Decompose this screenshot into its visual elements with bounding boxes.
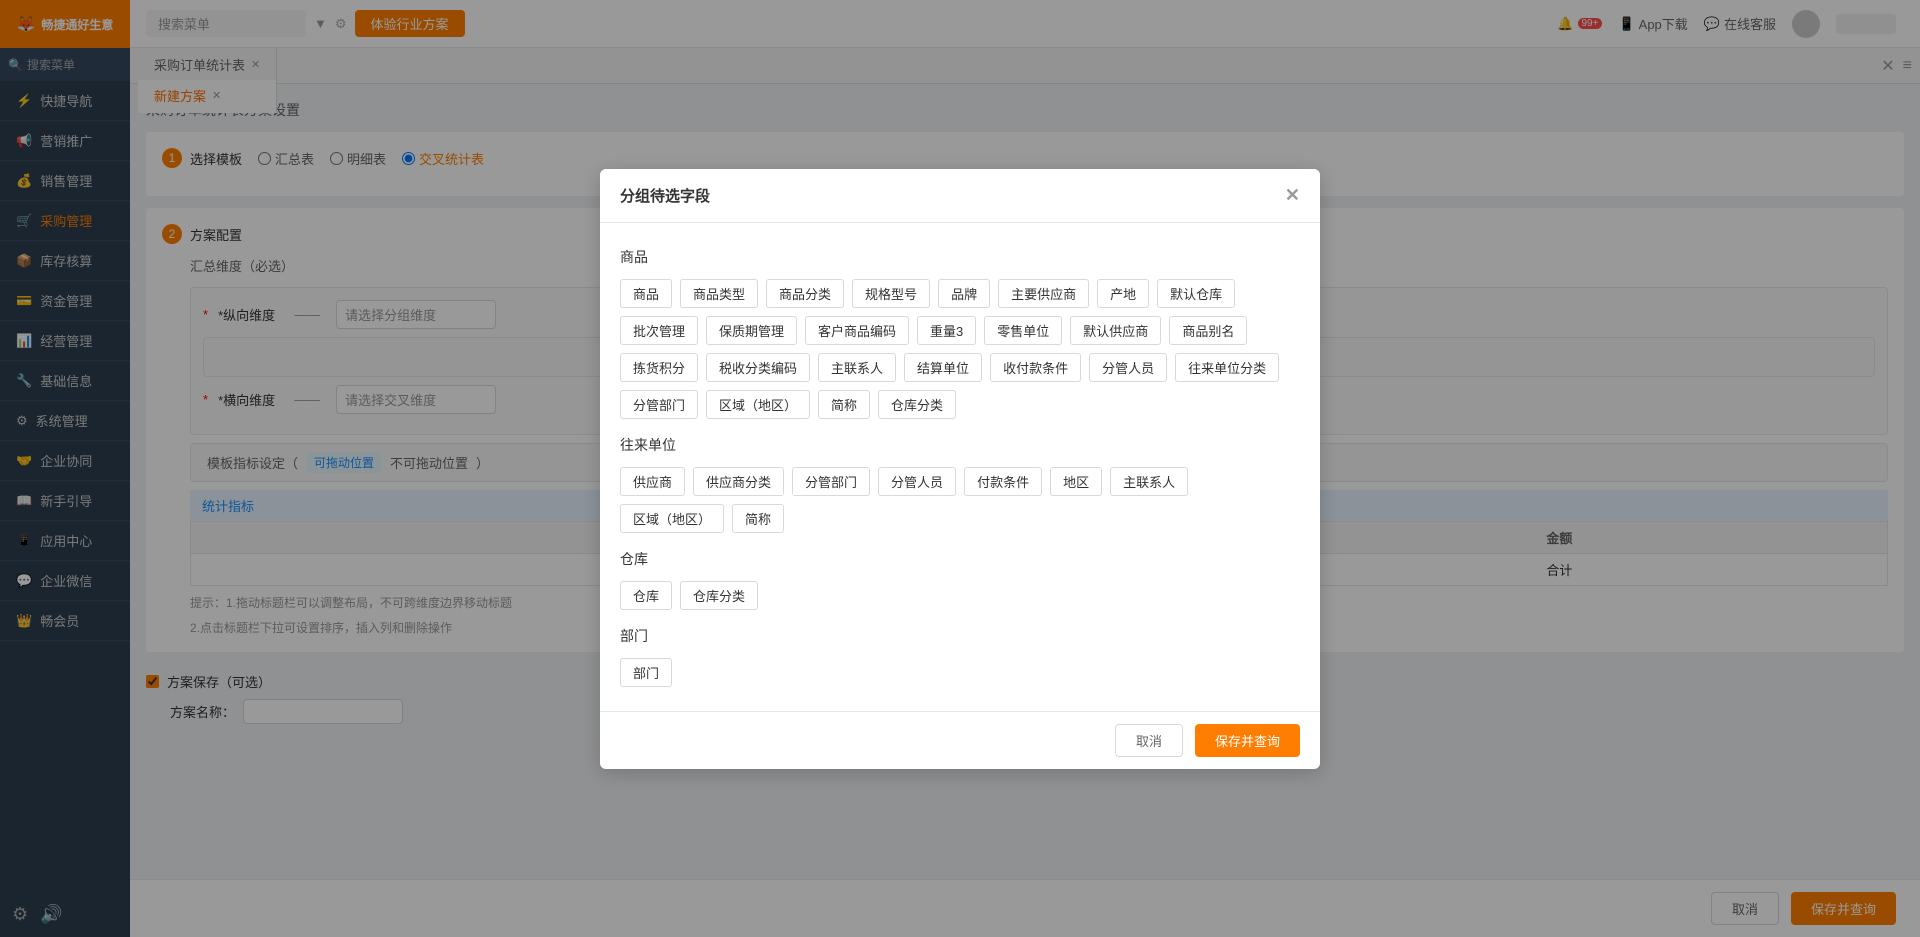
field-tag-客户商品编码[interactable]: 客户商品编码 (805, 316, 909, 345)
field-tag-付款条件[interactable]: 付款条件 (964, 467, 1042, 496)
group-title-仓库: 仓库 (620, 549, 1300, 569)
field-tag-品牌[interactable]: 品牌 (938, 279, 990, 308)
field-tag-拣货积分[interactable]: 拣货积分 (620, 353, 698, 382)
field-tag-分管人员[interactable]: 分管人员 (1089, 353, 1167, 382)
field-tag-供应商分类[interactable]: 供应商分类 (693, 467, 784, 496)
group-title-往来单位: 往来单位 (620, 435, 1300, 455)
field-tag-简称[interactable]: 简称 (818, 390, 870, 419)
group-title-部门: 部门 (620, 626, 1300, 646)
field-tag-地区[interactable]: 地区 (1050, 467, 1102, 496)
modal-header: 分组待选字段 ✕ (600, 169, 1320, 223)
field-tag-仓库[interactable]: 仓库 (620, 581, 672, 610)
field-tag-批次管理[interactable]: 批次管理 (620, 316, 698, 345)
field-tag-重量3[interactable]: 重量3 (917, 316, 976, 345)
field-tag-结算单位[interactable]: 结算单位 (904, 353, 982, 382)
field-tag-主联系人[interactable]: 主联系人 (1110, 467, 1188, 496)
field-tag-主要供应商[interactable]: 主要供应商 (998, 279, 1089, 308)
modal: 分组待选字段 ✕ 商品商品商品类型商品分类规格型号品牌主要供应商产地默认仓库批次… (600, 169, 1320, 769)
field-tag-仓库分类[interactable]: 仓库分类 (878, 390, 956, 419)
field-tags-商品: 商品商品类型商品分类规格型号品牌主要供应商产地默认仓库批次管理保质期管理客户商品… (620, 279, 1300, 419)
field-tag-收付款条件[interactable]: 收付款条件 (990, 353, 1081, 382)
modal-scroll-bottom (600, 702, 1320, 711)
field-tag-零售单位[interactable]: 零售单位 (984, 316, 1062, 345)
field-tag-分管部门[interactable]: 分管部门 (620, 390, 698, 419)
field-tag-默认供应商[interactable]: 默认供应商 (1070, 316, 1161, 345)
modal-cancel-button[interactable]: 取消 (1115, 724, 1183, 757)
field-tag-供应商[interactable]: 供应商 (620, 467, 685, 496)
modal-title: 分组待选字段 (620, 185, 710, 206)
field-tags-往来单位: 供应商供应商分类分管部门分管人员付款条件地区主联系人区域（地区） 简称 (620, 467, 1300, 533)
modal-overlay[interactable]: 分组待选字段 ✕ 商品商品商品类型商品分类规格型号品牌主要供应商产地默认仓库批次… (0, 0, 1920, 937)
field-tag-保质期管理[interactable]: 保质期管理 (706, 316, 797, 345)
field-tag-仓库分类[interactable]: 仓库分类 (680, 581, 758, 610)
field-tag-分管人员[interactable]: 分管人员 (878, 467, 956, 496)
field-tag-商品分类[interactable]: 商品分类 (766, 279, 844, 308)
modal-body: 商品商品商品类型商品分类规格型号品牌主要供应商产地默认仓库批次管理保质期管理客户… (600, 223, 1320, 702)
field-tag-商品类型[interactable]: 商品类型 (680, 279, 758, 308)
field-tag-主联系人[interactable]: 主联系人 (818, 353, 896, 382)
field-tag-商品别名[interactable]: 商品别名 (1169, 316, 1247, 345)
field-tag-部门[interactable]: 部门 (620, 658, 672, 687)
field-tag-产地[interactable]: 产地 (1097, 279, 1149, 308)
field-tag-简称[interactable]: 简称 (732, 504, 784, 533)
field-tag-往来单位分类[interactable]: 往来单位分类 (1175, 353, 1279, 382)
modal-close-icon[interactable]: ✕ (1285, 186, 1300, 204)
modal-footer: 取消 保存并查询 (600, 711, 1320, 769)
field-tag-税收分类编码[interactable]: 税收分类编码 (706, 353, 810, 382)
field-tag-默认仓库[interactable]: 默认仓库 (1157, 279, 1235, 308)
field-tag-规格型号[interactable]: 规格型号 (852, 279, 930, 308)
modal-confirm-button[interactable]: 保存并查询 (1195, 724, 1300, 757)
field-tag-区域（地区）[interactable]: 区域（地区） (706, 390, 810, 419)
field-tag-区域（地区）[interactable]: 区域（地区） (620, 504, 724, 533)
group-title-商品: 商品 (620, 247, 1300, 267)
field-tags-仓库: 仓库仓库分类 (620, 581, 1300, 610)
field-tag-商品[interactable]: 商品 (620, 279, 672, 308)
field-tags-部门: 部门 (620, 658, 1300, 687)
field-tag-分管部门[interactable]: 分管部门 (792, 467, 870, 496)
